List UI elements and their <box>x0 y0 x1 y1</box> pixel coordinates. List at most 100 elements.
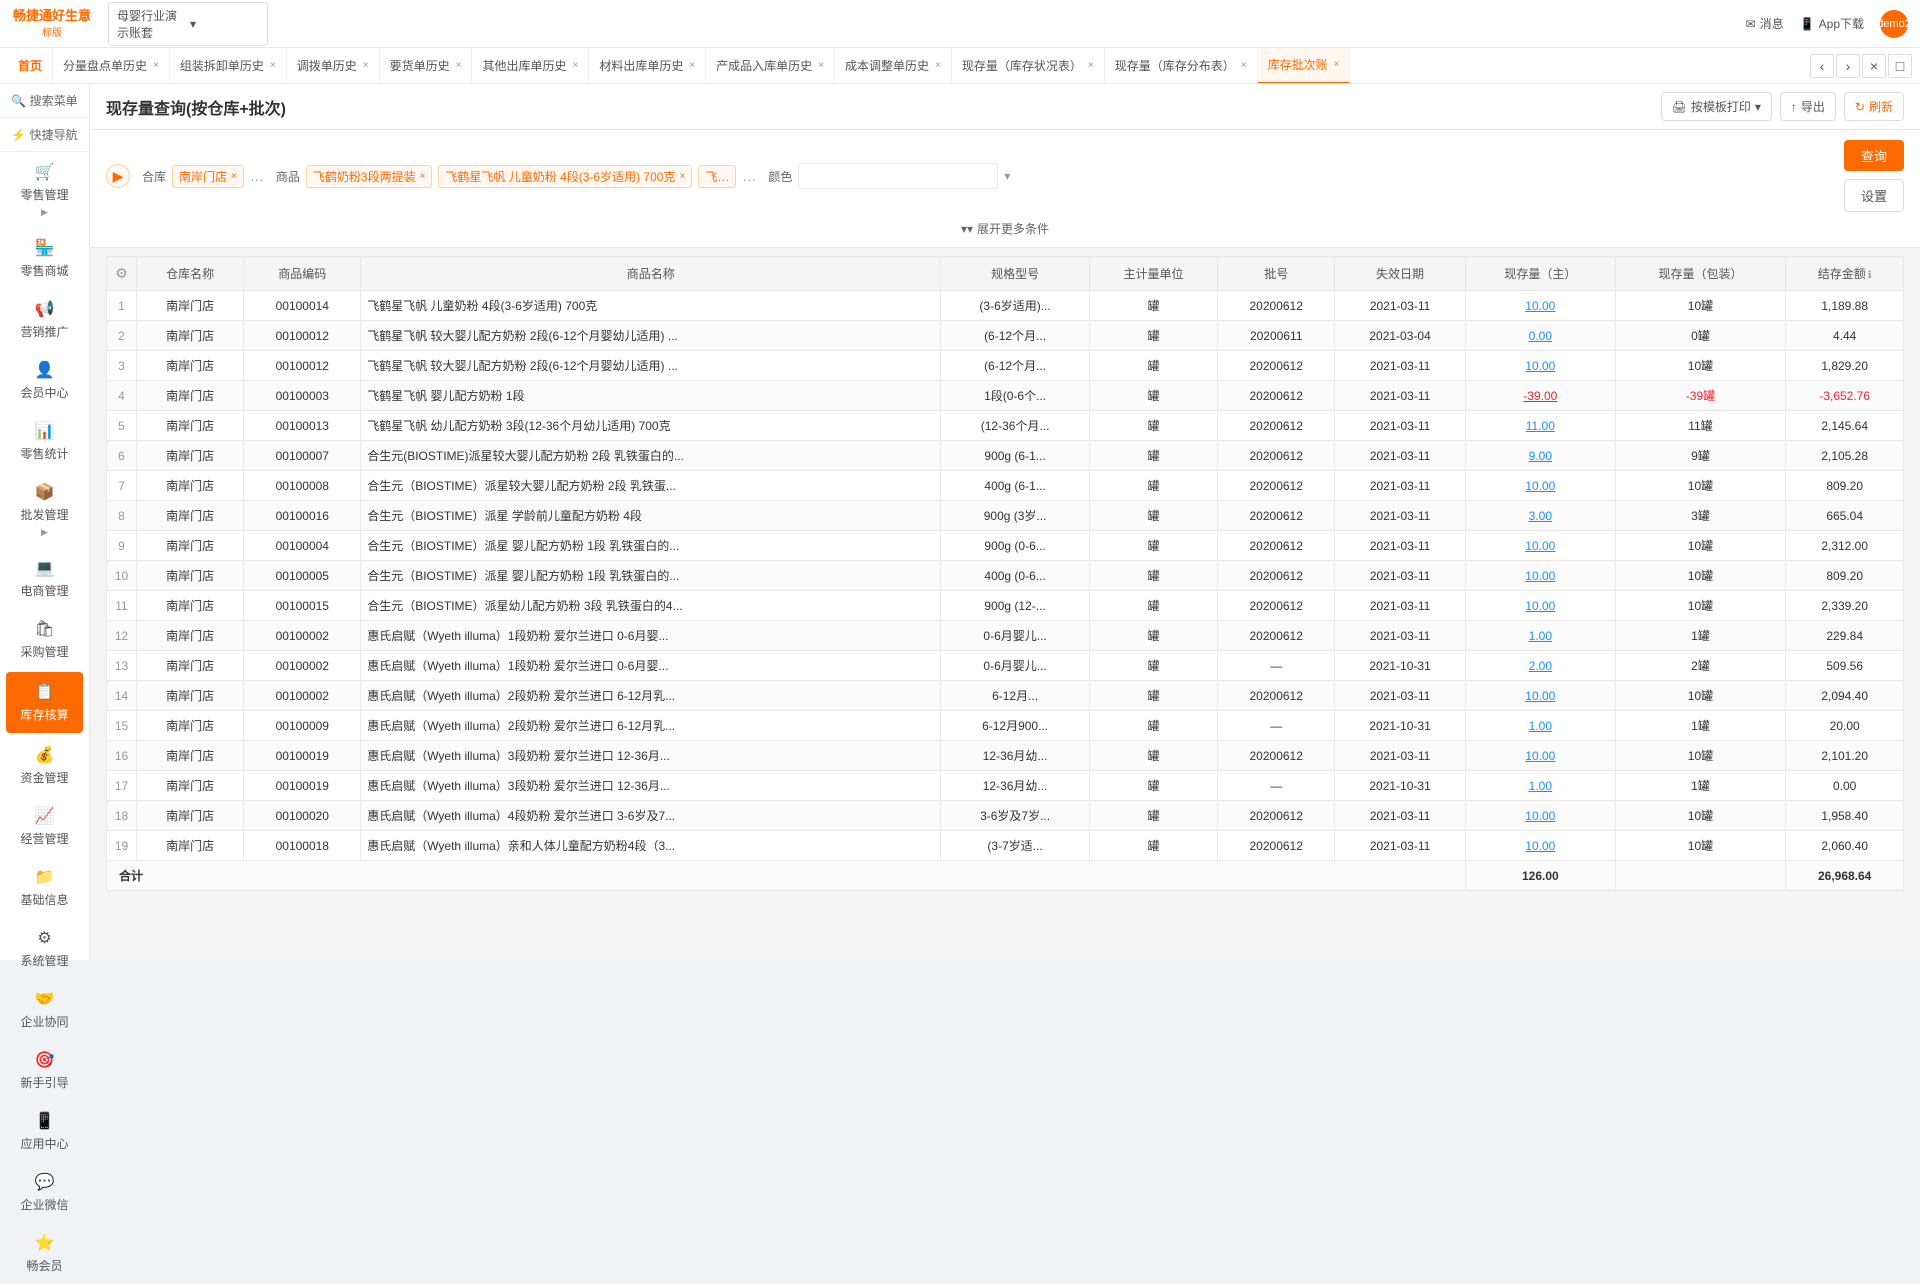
qty-main-link[interactable]: 1.00 <box>1529 779 1552 793</box>
sidebar-item-member2[interactable]: ⭐ 畅会员 <box>0 1223 89 1284</box>
user-area[interactable]: demo2 <box>1880 10 1908 38</box>
expand-more-btn[interactable]: ▾▾ 展开更多条件 <box>106 220 1904 237</box>
row-qty-main[interactable]: 10.00 <box>1466 471 1616 501</box>
row-qty-main[interactable]: 10.00 <box>1466 291 1616 321</box>
close-icon[interactable]: × <box>1334 59 1340 70</box>
sidebar-item-guide[interactable]: 🎯 新手引导 <box>0 1040 89 1101</box>
tab-material-out[interactable]: 材料出库单历史 × <box>589 48 706 84</box>
settings-btn[interactable]: 设置 <box>1844 179 1904 212</box>
sidebar-item-purchase[interactable]: 🛍 采购管理 <box>0 609 89 670</box>
tab-requisition[interactable]: 要货单历史 × <box>380 48 473 84</box>
qty-main-link[interactable]: 10.00 <box>1525 689 1555 703</box>
qty-main-link[interactable]: 10.00 <box>1525 599 1555 613</box>
sidebar-item-sys[interactable]: ⚙ 系统管理 <box>0 918 89 979</box>
qty-main-link[interactable]: 11.00 <box>1526 419 1555 433</box>
tab-transfer[interactable]: 调拨单历史 × <box>287 48 380 84</box>
close-icon[interactable]: × <box>689 60 695 71</box>
tab-split-stock[interactable]: 分量盘点单历史 × <box>53 48 170 84</box>
warehouse-tag-close[interactable]: × <box>231 171 237 182</box>
sidebar-quick-nav[interactable]: ⚡ 快捷导航 <box>0 118 89 152</box>
tab-more-btn[interactable]: □ <box>1888 54 1912 78</box>
product-tag2-close[interactable]: × <box>679 171 685 182</box>
product-filter-more[interactable]: … <box>742 168 756 184</box>
sidebar-item-batch-mgmt[interactable]: 📦 批发管理 ▶ <box>0 472 89 548</box>
qty-main-link[interactable]: 10.00 <box>1525 359 1555 373</box>
close-icon[interactable]: × <box>935 60 941 71</box>
tab-stock-dist[interactable]: 现存量（库存分布表） × <box>1105 48 1258 84</box>
qty-main-link[interactable]: 10.00 <box>1525 809 1555 823</box>
qty-main-link[interactable]: 1.00 <box>1529 629 1552 643</box>
col-settings-icon[interactable]: ⚙ <box>115 265 128 281</box>
tab-cost-adjust[interactable]: 成本调整单历史 × <box>835 48 952 84</box>
close-icon[interactable]: × <box>1088 60 1094 71</box>
close-icon[interactable]: × <box>1241 60 1247 71</box>
warehouse-filter-more[interactable]: … <box>250 168 264 184</box>
row-qty-main[interactable]: 1.00 <box>1466 771 1616 801</box>
sidebar-item-marketing[interactable]: 📢 营销推广 <box>0 289 89 350</box>
row-qty-main[interactable]: 11.00 <box>1466 411 1616 441</box>
row-qty-main[interactable]: 0.00 <box>1466 321 1616 351</box>
close-icon[interactable]: × <box>456 60 462 71</box>
sidebar-item-corp[interactable]: 🤝 企业协同 <box>0 979 89 1040</box>
qty-main-link[interactable]: 3.00 <box>1529 509 1552 523</box>
query-btn[interactable]: 查询 <box>1844 140 1904 171</box>
tab-prev-btn[interactable]: ‹ <box>1810 54 1834 78</box>
qty-main-link[interactable]: 10.00 <box>1525 749 1555 763</box>
row-qty-main[interactable]: -39.00 <box>1466 381 1616 411</box>
sidebar-item-inventory[interactable]: 📋 库存核算 <box>6 672 83 733</box>
warehouse-tag[interactable]: 南岸门店 × <box>172 165 244 188</box>
sidebar-item-app-center[interactable]: 📱 应用中心 <box>0 1101 89 1162</box>
sidebar-item-retail-shop[interactable]: 🏪 零售商城 <box>0 228 89 289</box>
row-qty-main[interactable]: 10.00 <box>1466 531 1616 561</box>
row-qty-main[interactable]: 10.00 <box>1466 591 1616 621</box>
color-dropdown-icon[interactable]: ▾ <box>1004 169 1010 183</box>
sidebar-item-retail[interactable]: 🛒 零售管理 ▶ <box>0 152 89 228</box>
row-qty-main[interactable]: 10.00 <box>1466 351 1616 381</box>
tab-home[interactable]: 首页 <box>8 48 53 84</box>
expand-arrow-icon[interactable]: ▶ <box>113 168 124 185</box>
row-qty-main[interactable]: 10.00 <box>1466 801 1616 831</box>
row-qty-main[interactable]: 10.00 <box>1466 681 1616 711</box>
export-btn[interactable]: ↑ 导出 <box>1780 92 1836 121</box>
template-print-btn[interactable]: 🖨 按模板打印 ▾ <box>1661 92 1772 121</box>
close-icon[interactable]: × <box>572 60 578 71</box>
row-qty-main[interactable]: 3.00 <box>1466 501 1616 531</box>
sidebar-item-ecommerce[interactable]: 💻 电商管理 <box>0 548 89 609</box>
qty-main-link[interactable]: 2.00 <box>1529 659 1552 673</box>
tab-stock-status[interactable]: 现存量（库存状况表） × <box>952 48 1105 84</box>
qty-main-link[interactable]: 10.00 <box>1525 539 1555 553</box>
sidebar-item-ops[interactable]: 📈 经营管理 <box>0 796 89 857</box>
sidebar-item-finance[interactable]: 💰 资金管理 <box>0 735 89 796</box>
product-tag1-close[interactable]: × <box>420 171 426 182</box>
tab-disassemble[interactable]: 组装拆卸单历史 × <box>170 48 287 84</box>
qty-main-link[interactable]: 1.00 <box>1529 719 1552 733</box>
app-download-btn[interactable]: 📱 App下载 <box>1800 15 1864 32</box>
qty-main-link[interactable]: 9.00 <box>1529 449 1552 463</box>
row-qty-main[interactable]: 10.00 <box>1466 831 1616 861</box>
product-tag3[interactable]: 飞… <box>698 165 736 188</box>
col-settings[interactable]: ⚙ <box>107 257 137 291</box>
sidebar-item-wechat[interactable]: 💬 企业微信 <box>0 1162 89 1223</box>
row-qty-main[interactable]: 10.00 <box>1466 741 1616 771</box>
product-tag2[interactable]: 飞鹤星飞帆 儿童奶粉 4段(3-6岁适用) 700克 × <box>438 165 692 188</box>
product-tag1[interactable]: 飞鹤奶粉3段两提装 × <box>306 165 433 188</box>
sidebar-search[interactable]: 🔍 搜索菜单 <box>0 84 89 118</box>
row-qty-main[interactable]: 10.00 <box>1466 561 1616 591</box>
qty-main-link[interactable]: 10.00 <box>1525 479 1555 493</box>
qty-main-link[interactable]: 10.00 <box>1525 839 1555 853</box>
qty-main-link[interactable]: 10.00 <box>1525 299 1555 313</box>
qty-main-link[interactable]: -39.00 <box>1523 389 1557 403</box>
tab-batch-ledger[interactable]: 库存批次账 × <box>1258 48 1351 84</box>
row-qty-main[interactable]: 1.00 <box>1466 621 1616 651</box>
close-icon[interactable]: × <box>818 60 824 71</box>
message-btn[interactable]: ✉ 消息 <box>1746 15 1784 32</box>
close-icon[interactable]: × <box>270 60 276 71</box>
amount-info-icon[interactable]: ℹ <box>1868 270 1872 281</box>
row-qty-main[interactable]: 9.00 <box>1466 441 1616 471</box>
row-qty-main[interactable]: 2.00 <box>1466 651 1616 681</box>
tab-next-btn[interactable]: › <box>1836 54 1860 78</box>
tab-other-out[interactable]: 其他出库单历史 × <box>472 48 589 84</box>
sidebar-item-base[interactable]: 📁 基础信息 <box>0 857 89 918</box>
tab-close-all-btn[interactable]: × <box>1862 54 1886 78</box>
sidebar-item-member[interactable]: 👤 会员中心 <box>0 350 89 411</box>
